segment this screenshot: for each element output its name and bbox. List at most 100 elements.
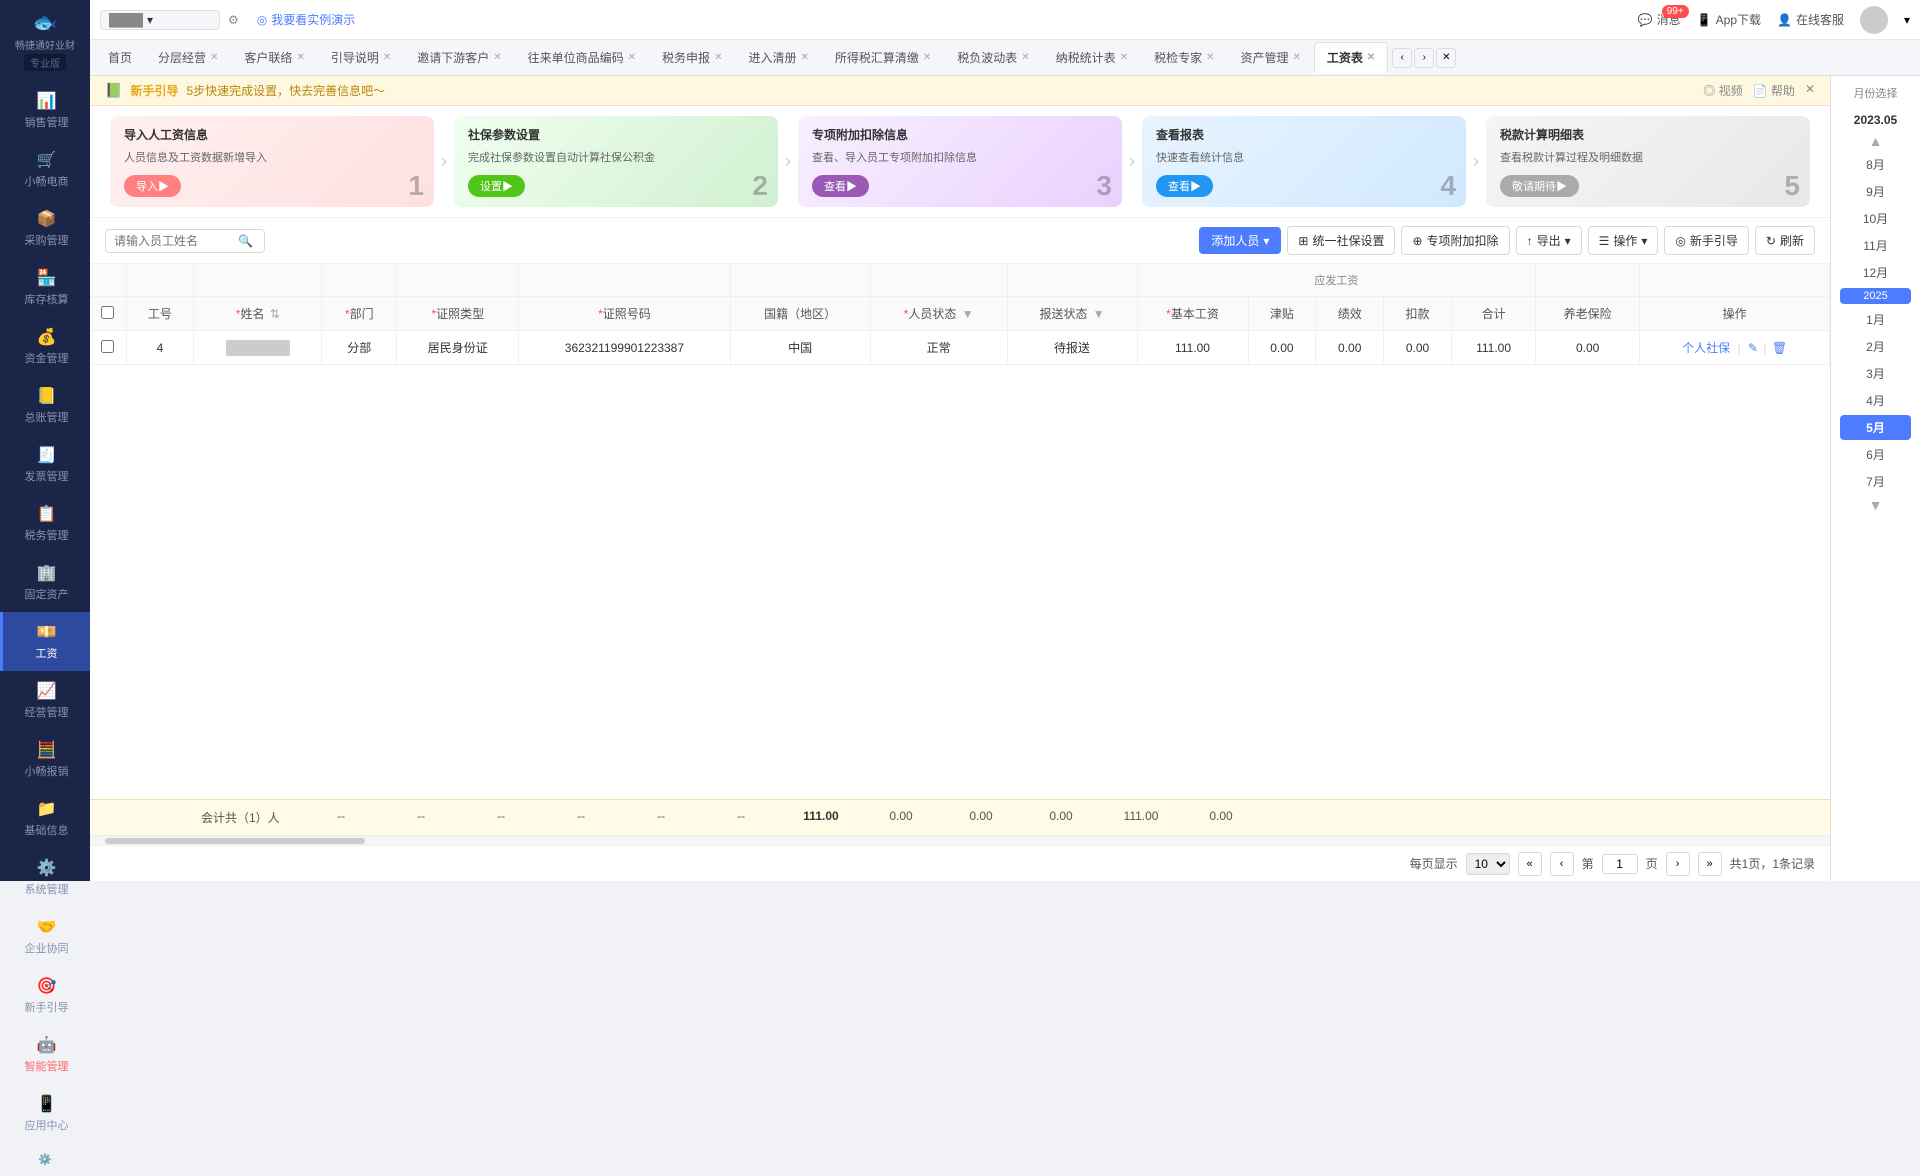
report-filter-icon[interactable]: ▼ xyxy=(1093,307,1105,321)
close-tab-tax-calc[interactable]: ✕ xyxy=(923,52,931,63)
sidebar-settings[interactable]: ⚙️ xyxy=(0,1143,90,1176)
name-sort-icon[interactable]: ⇅ xyxy=(270,307,280,321)
tab-clear[interactable]: 进入清册 ✕ xyxy=(735,42,821,73)
tab-goods-code[interactable]: 往来单位商品编码 ✕ xyxy=(515,42,649,73)
add-employee-btn[interactable]: 添加人员 ▾ xyxy=(1199,227,1281,254)
user-avatar[interactable] xyxy=(1860,6,1888,34)
month-nav-down-btn[interactable]: ▼ xyxy=(1831,495,1920,515)
step-1-btn[interactable]: 导入▶ xyxy=(124,175,181,197)
month-12[interactable]: 12月 xyxy=(1840,260,1911,285)
step-5-btn[interactable]: 敬请期待▶ xyxy=(1500,175,1579,197)
export-btn[interactable]: ↑ 导出 ▾ xyxy=(1516,226,1582,255)
month-6[interactable]: 6月 xyxy=(1840,442,1911,467)
per-page-select[interactable]: 10 20 50 xyxy=(1466,853,1510,875)
prev-page-btn[interactable]: ‹ xyxy=(1550,852,1574,876)
user-menu-icon[interactable]: ▾ xyxy=(1904,13,1910,27)
step-3-btn[interactable]: 查看▶ xyxy=(812,175,869,197)
tab-guide[interactable]: 引导说明 ✕ xyxy=(318,42,404,73)
close-tab-payroll[interactable]: ✕ xyxy=(1367,52,1375,63)
sidebar-item-newbie[interactable]: 🎯 新手引导 xyxy=(0,966,90,1025)
close-tab-tax-expert[interactable]: ✕ xyxy=(1206,52,1214,63)
app-download-btn[interactable]: 📱 App下载 xyxy=(1697,11,1761,28)
scrollbar-thumb[interactable] xyxy=(105,838,365,844)
newbie-guide-btn[interactable]: ◎ 新手引导 xyxy=(1664,226,1749,255)
sidebar-item-sales[interactable]: 📊 销售管理 xyxy=(0,81,90,140)
tab-close-all-btn[interactable]: ✕ xyxy=(1436,48,1456,68)
sidebar-item-finance[interactable]: 💰 资金管理 xyxy=(0,317,90,376)
sidebar-item-expense[interactable]: 🧮 小畅报销 xyxy=(0,730,90,789)
refresh-btn[interactable]: ↻ 刷新 xyxy=(1755,226,1815,255)
last-page-btn[interactable]: » xyxy=(1698,852,1722,876)
sidebar-item-ecommerce[interactable]: 🛒 小畅电商 xyxy=(0,140,90,199)
close-tab-invite[interactable]: ✕ xyxy=(493,52,501,63)
sidebar-item-ops[interactable]: 📈 经营管理 xyxy=(0,671,90,730)
tab-tax-stat[interactable]: 纳税统计表 ✕ xyxy=(1043,42,1141,73)
close-tab-tax-stat[interactable]: ✕ xyxy=(1120,52,1128,63)
close-tab-tax-exempt[interactable]: ✕ xyxy=(1021,52,1029,63)
month-1[interactable]: 1月 xyxy=(1840,307,1911,332)
tab-tax-calc[interactable]: 所得税汇算清缴 ✕ xyxy=(822,42,944,73)
page-number-input[interactable] xyxy=(1602,854,1638,874)
tab-prev-btn[interactable]: ‹ xyxy=(1392,48,1412,68)
month-5[interactable]: 5月 xyxy=(1840,415,1911,440)
step-2-btn[interactable]: 设置▶ xyxy=(468,175,525,197)
tab-home[interactable]: 首页 xyxy=(95,42,145,73)
month-2[interactable]: 2月 xyxy=(1840,334,1911,359)
tab-customer[interactable]: 客户联络 ✕ xyxy=(231,42,317,73)
select-all-checkbox[interactable] xyxy=(101,306,114,319)
help-video-link[interactable]: ◎ 视频 xyxy=(1703,82,1742,99)
close-tab-goods-code[interactable]: ✕ xyxy=(628,52,636,63)
row-checkbox[interactable] xyxy=(101,340,114,353)
sidebar-item-inventory[interactable]: 🏪 库存核算 xyxy=(0,258,90,317)
social-insurance-btn[interactable]: ⊞ 统一社保设置 xyxy=(1287,226,1395,255)
demo-link[interactable]: ◎ 我要看实例演示 xyxy=(257,11,356,28)
search-icon[interactable]: 🔍 xyxy=(238,234,253,248)
month-10[interactable]: 10月 xyxy=(1840,206,1911,231)
step-4-btn[interactable]: 查看▶ xyxy=(1156,175,1213,197)
help-doc-link[interactable]: 📄 帮助 xyxy=(1753,82,1795,99)
next-page-btn[interactable]: › xyxy=(1666,852,1690,876)
sidebar-item-sys[interactable]: ⚙️ 系统管理 xyxy=(0,848,90,907)
month-11[interactable]: 11月 xyxy=(1840,233,1911,258)
edit-icon[interactable]: ✎ xyxy=(1748,341,1758,355)
first-page-btn[interactable]: « xyxy=(1518,852,1542,876)
guide-close-btn[interactable]: ✕ xyxy=(1805,82,1815,99)
sidebar-item-tax[interactable]: 📋 税务管理 xyxy=(0,494,90,553)
notification-btn[interactable]: 💬 消息 99+ xyxy=(1638,11,1681,28)
month-7[interactable]: 7月 xyxy=(1840,469,1911,494)
tab-invite[interactable]: 邀请下游客户 ✕ xyxy=(404,42,514,73)
tab-tax-report[interactable]: 税务申报 ✕ xyxy=(649,42,735,73)
close-tab-asset-mgmt[interactable]: ✕ xyxy=(1293,52,1301,63)
sidebar-item-appcenter[interactable]: 📱 应用中心 xyxy=(0,1084,90,1143)
sidebar-item-purchase[interactable]: 📦 采购管理 xyxy=(0,199,90,258)
close-tab-tax-report[interactable]: ✕ xyxy=(714,52,722,63)
tab-asset-mgmt[interactable]: 资产管理 ✕ xyxy=(1227,42,1313,73)
personal-insurance-link[interactable]: 个人社保 xyxy=(1682,341,1730,355)
close-tab-layered[interactable]: ✕ xyxy=(210,52,218,63)
month-3[interactable]: 3月 xyxy=(1840,361,1911,386)
search-input[interactable] xyxy=(114,234,234,248)
sidebar-item-ledger[interactable]: 📒 总账管理 xyxy=(0,376,90,435)
sidebar-item-basic[interactable]: 📁 基础信息 xyxy=(0,789,90,848)
close-tab-clear[interactable]: ✕ xyxy=(800,52,808,63)
tab-next-btn[interactable]: › xyxy=(1414,48,1434,68)
sidebar-item-invoice[interactable]: 🧾 发票管理 xyxy=(0,435,90,494)
status-filter-icon[interactable]: ▼ xyxy=(962,307,974,321)
settings-gear-btn[interactable]: ⚙ xyxy=(228,13,239,27)
tab-payroll[interactable]: 工资表 ✕ xyxy=(1314,42,1388,73)
sidebar-item-smart[interactable]: 🤖 智能管理 xyxy=(0,1025,90,1084)
extra-deduction-btn[interactable]: ⊕ 专项附加扣除 xyxy=(1401,226,1509,255)
sidebar-item-payroll[interactable]: 💴 工资 xyxy=(0,612,90,671)
close-tab-guide[interactable]: ✕ xyxy=(383,52,391,63)
close-tab-customer[interactable]: ✕ xyxy=(296,52,304,63)
sidebar-item-corp[interactable]: 🤝 企业协同 xyxy=(0,907,90,966)
tab-tax-expert[interactable]: 税检专家 ✕ xyxy=(1141,42,1227,73)
delete-icon[interactable]: 🗑 xyxy=(1772,341,1787,355)
sidebar-item-asset[interactable]: 🏢 固定资产 xyxy=(0,553,90,612)
month-nav-up-btn[interactable]: ▲ xyxy=(1831,131,1920,151)
company-selector[interactable]: ████ ▾ xyxy=(100,10,220,30)
month-8[interactable]: 8月 xyxy=(1840,152,1911,177)
online-support-btn[interactable]: 👤 在线客服 xyxy=(1777,11,1844,28)
month-4[interactable]: 4月 xyxy=(1840,388,1911,413)
tab-layered[interactable]: 分层经营 ✕ xyxy=(145,42,231,73)
